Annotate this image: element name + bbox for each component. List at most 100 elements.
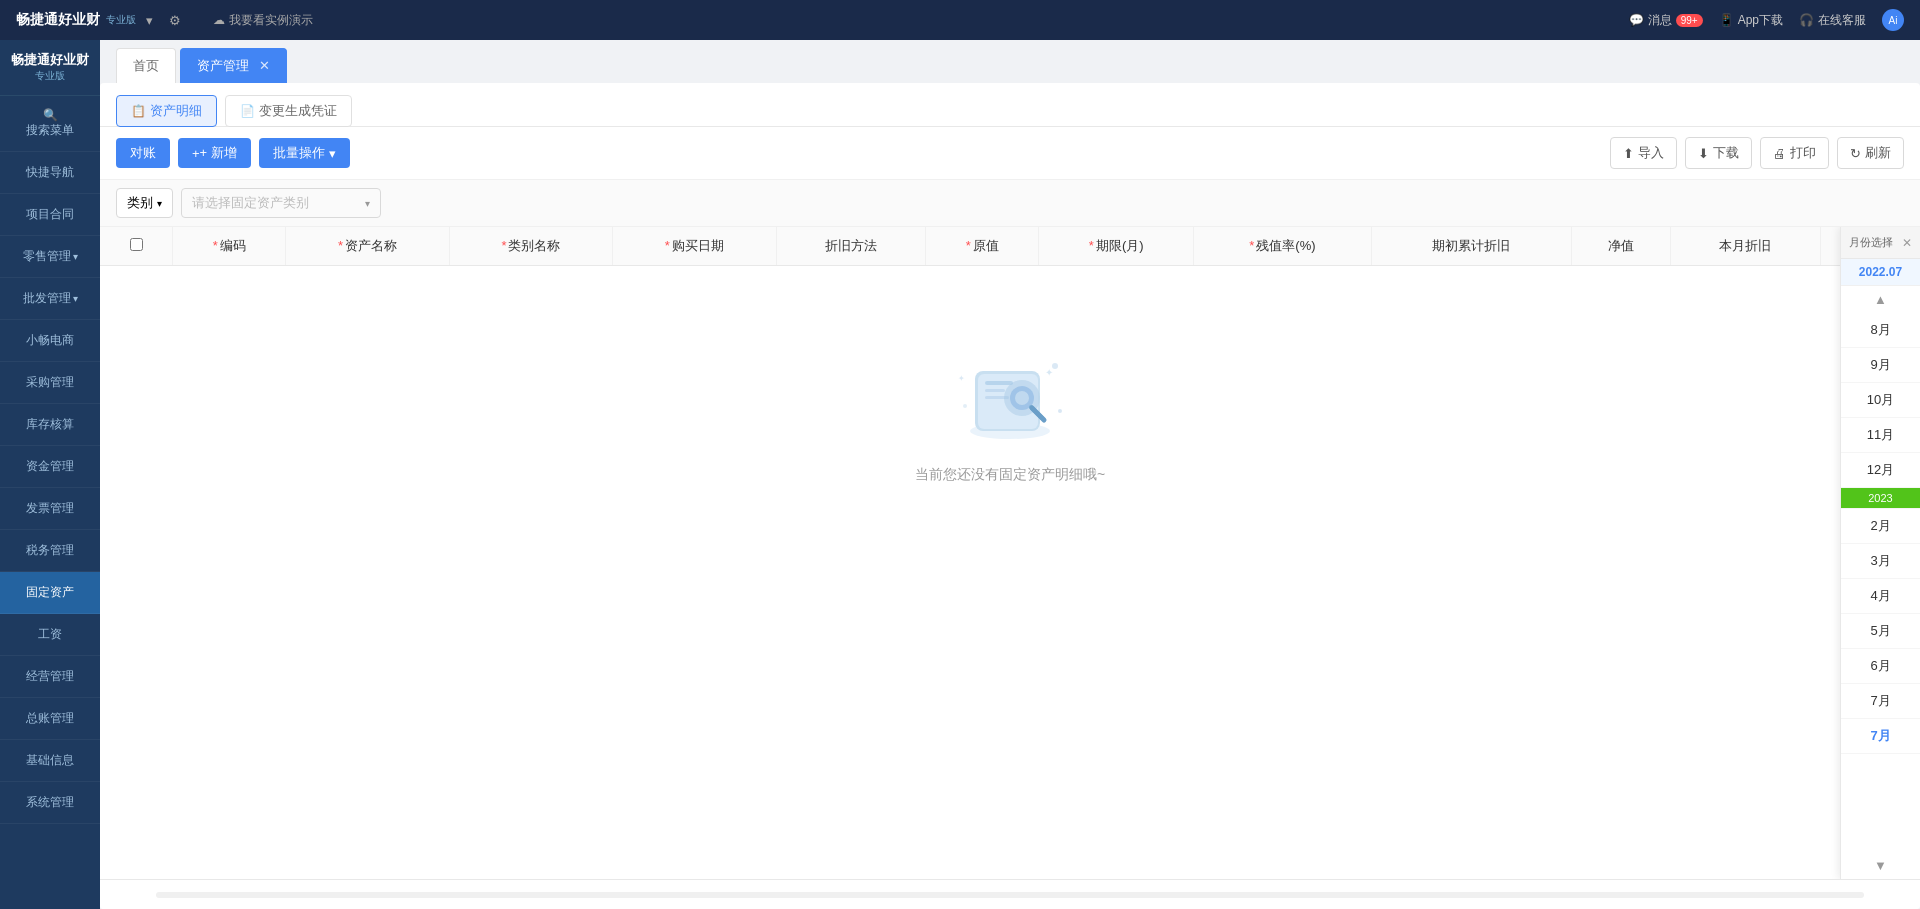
sidebar-item-quick-nav[interactable]: 快捷导航: [0, 152, 100, 194]
close-panel-icon[interactable]: ✕: [1902, 236, 1912, 250]
month-item-6[interactable]: 7月: [1841, 684, 1920, 719]
sidebar-item-ledger[interactable]: 总账管理: [0, 698, 100, 740]
empty-illustration: ✦ ✦: [950, 346, 1070, 446]
sidebar-item-label: 项目合同: [8, 206, 92, 223]
month-item-3[interactable]: 4月: [1841, 579, 1920, 614]
list-icon: 📋: [131, 104, 146, 118]
sidebar-item-wholesale[interactable]: 批发管理 ▾: [0, 278, 100, 320]
sidebar-item-purchase[interactable]: 采购管理: [0, 362, 100, 404]
chevron-up-icon: ▲: [1874, 292, 1887, 307]
app-subtitle: 专业版: [106, 13, 136, 27]
svg-point-12: [963, 404, 967, 408]
sidebar-item-label: 零售管理: [23, 248, 71, 265]
select-all-checkbox[interactable]: [130, 238, 143, 251]
svg-text:✦: ✦: [958, 374, 965, 383]
month-item-2[interactable]: 3月: [1841, 544, 1920, 579]
settings-icon[interactable]: ⚙: [169, 13, 181, 28]
filter-row: 类别 ▾ 请选择固定资产类别 ▾: [100, 180, 1920, 227]
sidebar-logo: 畅捷通好业财 专业版: [0, 40, 100, 96]
selected-year-display[interactable]: 2022.07: [1841, 259, 1920, 286]
horizontal-scrollbar[interactable]: [156, 892, 1864, 898]
refresh-icon: ↻: [1850, 146, 1861, 161]
sidebar-item-basic[interactable]: 基础信息: [0, 740, 100, 782]
table-container[interactable]: *编码 *资产名称 *类别名称 *购买日期 折旧方法 *原值 *期限(月) *残…: [100, 227, 1920, 879]
category-select[interactable]: 类别 ▾: [116, 188, 173, 218]
sidebar-item-business[interactable]: 经营管理: [0, 656, 100, 698]
sub-tab-asset-detail[interactable]: 📋 资产明细: [116, 95, 217, 127]
sidebar-item-salary[interactable]: 工资: [0, 614, 100, 656]
col-depreciation-method: 折旧方法: [776, 227, 926, 266]
demo-link[interactable]: ☁ 我要看实例演示: [213, 12, 313, 29]
user-avatar[interactable]: Ai: [1882, 9, 1904, 31]
sidebar-item-label: 税务管理: [8, 542, 92, 559]
download-icon: ⬇: [1698, 146, 1709, 161]
sidebar-logo-sub: 专业版: [8, 69, 92, 83]
sub-tab-change-voucher[interactable]: 📄 变更生成凭证: [225, 95, 352, 127]
sidebar-item-search[interactable]: 🔍 搜索菜单: [0, 96, 100, 152]
sidebar-item-tax[interactable]: 税务管理: [0, 530, 100, 572]
col-residual-rate: *残值率(%): [1194, 227, 1371, 266]
online-service-btn[interactable]: 🎧 在线客服: [1799, 12, 1866, 29]
close-tab-icon[interactable]: ✕: [259, 58, 270, 73]
chevron-down-icon[interactable]: ▾: [146, 13, 153, 28]
sidebar-item-label: 总账管理: [8, 710, 92, 727]
message-btn[interactable]: 💬 消息 99+: [1629, 12, 1703, 29]
main-layout: 畅捷通好业财 专业版 🔍 搜索菜单 快捷导航 项目合同 零售管理 ▾ 批发管理 …: [0, 40, 1920, 909]
sidebar-item-fixed-assets[interactable]: 固定资产: [0, 572, 100, 614]
download-button[interactable]: ⬇ 下载: [1685, 137, 1752, 169]
month-down-nav[interactable]: ▼: [1841, 852, 1920, 879]
select-all-th: [100, 227, 173, 266]
batch-button[interactable]: 批量操作 ▾: [259, 138, 350, 168]
print-button[interactable]: 🖨 打印: [1760, 137, 1829, 169]
col-accumulated-depreciation: 期初累计折旧: [1371, 227, 1571, 266]
month-item-12[interactable]: 12月: [1841, 453, 1920, 488]
add-button[interactable]: + + 新增: [178, 138, 251, 168]
sidebar-item-ecommerce[interactable]: 小畅电商: [0, 320, 100, 362]
sidebar-item-invoice[interactable]: 发票管理: [0, 488, 100, 530]
sidebar-item-label: 固定资产: [8, 584, 92, 601]
cloud-icon: ☁: [213, 13, 225, 27]
empty-text: 当前您还没有固定资产明细哦~: [915, 466, 1105, 484]
col-period: *期限(月): [1039, 227, 1194, 266]
category-input[interactable]: 请选择固定资产类别 ▾: [181, 188, 381, 218]
sidebar-item-finance[interactable]: 资金管理: [0, 446, 100, 488]
col-name: *资产名称: [286, 227, 449, 266]
month-item-11[interactable]: 11月: [1841, 418, 1920, 453]
bottom-bar: [100, 879, 1920, 909]
top-bar: 畅捷通好业财 专业版 ▾ ⚙ ☁ 我要看实例演示 💬 消息 99+ 📱 App下…: [0, 0, 1920, 40]
month-item-10[interactable]: 10月: [1841, 383, 1920, 418]
import-button[interactable]: ⬆ 导入: [1610, 137, 1677, 169]
sidebar: 畅捷通好业财 专业版 🔍 搜索菜单 快捷导航 项目合同 零售管理 ▾ 批发管理 …: [0, 40, 100, 909]
chevron-down-icon: ▾: [365, 198, 370, 209]
sidebar-item-project[interactable]: 项目合同: [0, 194, 100, 236]
chevron-down-icon: ▼: [1874, 858, 1887, 873]
refresh-button[interactable]: ↻ 刷新: [1837, 137, 1904, 169]
month-panel: 月份选择 ✕ 2022.07 ▲ 8月 9月 10月 11月: [1840, 227, 1920, 879]
sidebar-item-label: 系统管理: [8, 794, 92, 811]
month-item-7[interactable]: 7月: [1841, 719, 1920, 754]
avatar: Ai: [1882, 9, 1904, 31]
app-download-btn[interactable]: 📱 App下载: [1719, 12, 1783, 29]
sidebar-item-system[interactable]: 系统管理: [0, 782, 100, 824]
sidebar-item-retail[interactable]: 零售管理 ▾: [0, 236, 100, 278]
month-item-8[interactable]: 8月: [1841, 313, 1920, 348]
month-up-nav[interactable]: ▲: [1841, 286, 1920, 313]
reconcile-button[interactable]: 对账: [116, 138, 170, 168]
tab-asset-mgmt[interactable]: 资产管理 ✕: [180, 48, 287, 83]
month-item-5[interactable]: 6月: [1841, 649, 1920, 684]
sidebar-item-label: 库存核算: [8, 416, 92, 433]
search-icon: 🔍: [43, 108, 58, 122]
company-selector[interactable]: 畅捷通好业财 专业版 ▾: [16, 11, 153, 29]
svg-rect-8: [985, 381, 1013, 385]
month-item-1[interactable]: 2月: [1841, 509, 1920, 544]
month-item-9[interactable]: 9月: [1841, 348, 1920, 383]
col-category: *类别名称: [449, 227, 612, 266]
col-purchase-date: *购买日期: [613, 227, 776, 266]
sidebar-item-inventory[interactable]: 库存核算: [0, 404, 100, 446]
sidebar-item-label: 基础信息: [8, 752, 92, 769]
tab-home[interactable]: 首页: [116, 48, 176, 83]
sidebar-item-label: 资金管理: [8, 458, 92, 475]
chevron-down-icon: ▾: [329, 146, 336, 161]
sidebar-item-label: 发票管理: [8, 500, 92, 517]
month-item-4[interactable]: 5月: [1841, 614, 1920, 649]
